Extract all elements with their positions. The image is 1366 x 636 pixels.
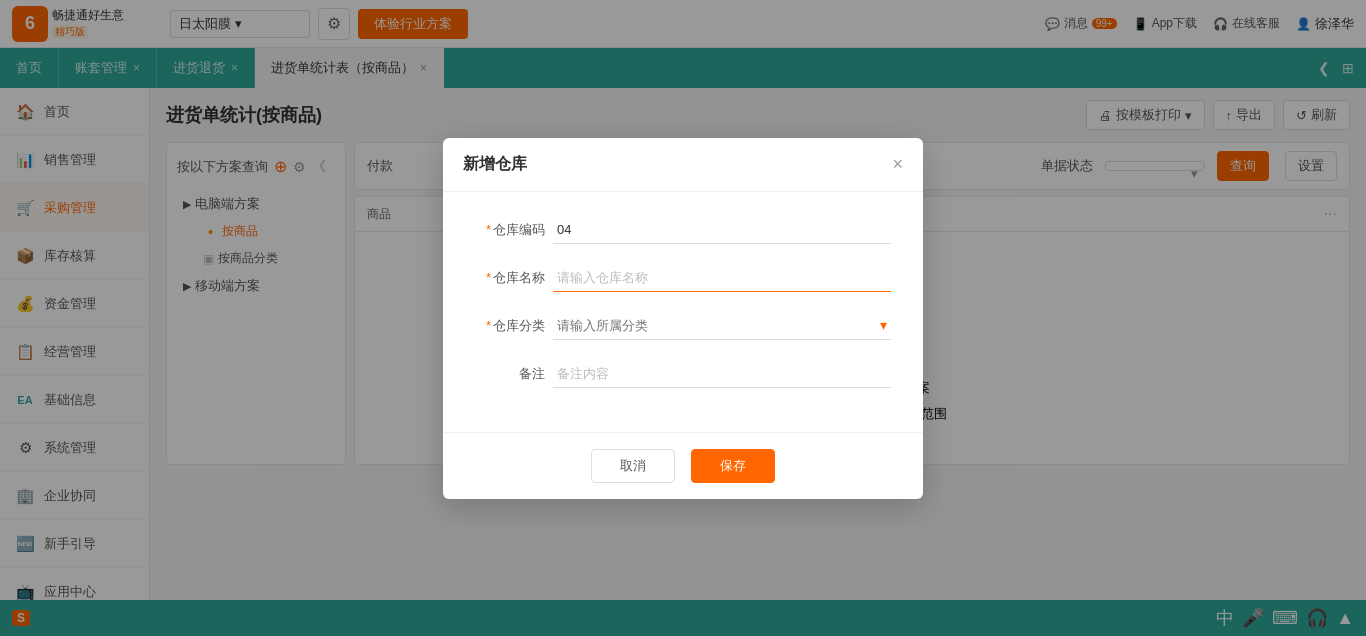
code-input[interactable]	[553, 216, 891, 244]
form-row-name: 仓库名称	[475, 264, 891, 292]
modal-close-button[interactable]: ×	[892, 154, 903, 175]
modal-body: 仓库编码 仓库名称 仓库分类 ▾ 备注	[443, 192, 923, 432]
code-label: 仓库编码	[475, 221, 545, 239]
form-row-category: 仓库分类 ▾	[475, 312, 891, 340]
cancel-button[interactable]: 取消	[591, 449, 675, 483]
category-label: 仓库分类	[475, 317, 545, 335]
form-row-code: 仓库编码	[475, 216, 891, 244]
modal-add-warehouse: 新增仓库 × 仓库编码 仓库名称 仓库分类 ▾	[443, 138, 923, 499]
name-input[interactable]	[553, 264, 891, 292]
category-input[interactable]	[553, 312, 891, 339]
modal-header: 新增仓库 ×	[443, 138, 923, 192]
modal-overlay: 新增仓库 × 仓库编码 仓库名称 仓库分类 ▾	[0, 0, 1366, 636]
modal-title: 新增仓库	[463, 154, 527, 175]
remark-input[interactable]	[553, 360, 891, 388]
name-label: 仓库名称	[475, 269, 545, 287]
form-row-remark: 备注	[475, 360, 891, 388]
remark-label: 备注	[475, 365, 545, 383]
category-select-wrap: ▾	[553, 312, 891, 340]
save-button[interactable]: 保存	[691, 449, 775, 483]
modal-footer: 取消 保存	[443, 432, 923, 499]
